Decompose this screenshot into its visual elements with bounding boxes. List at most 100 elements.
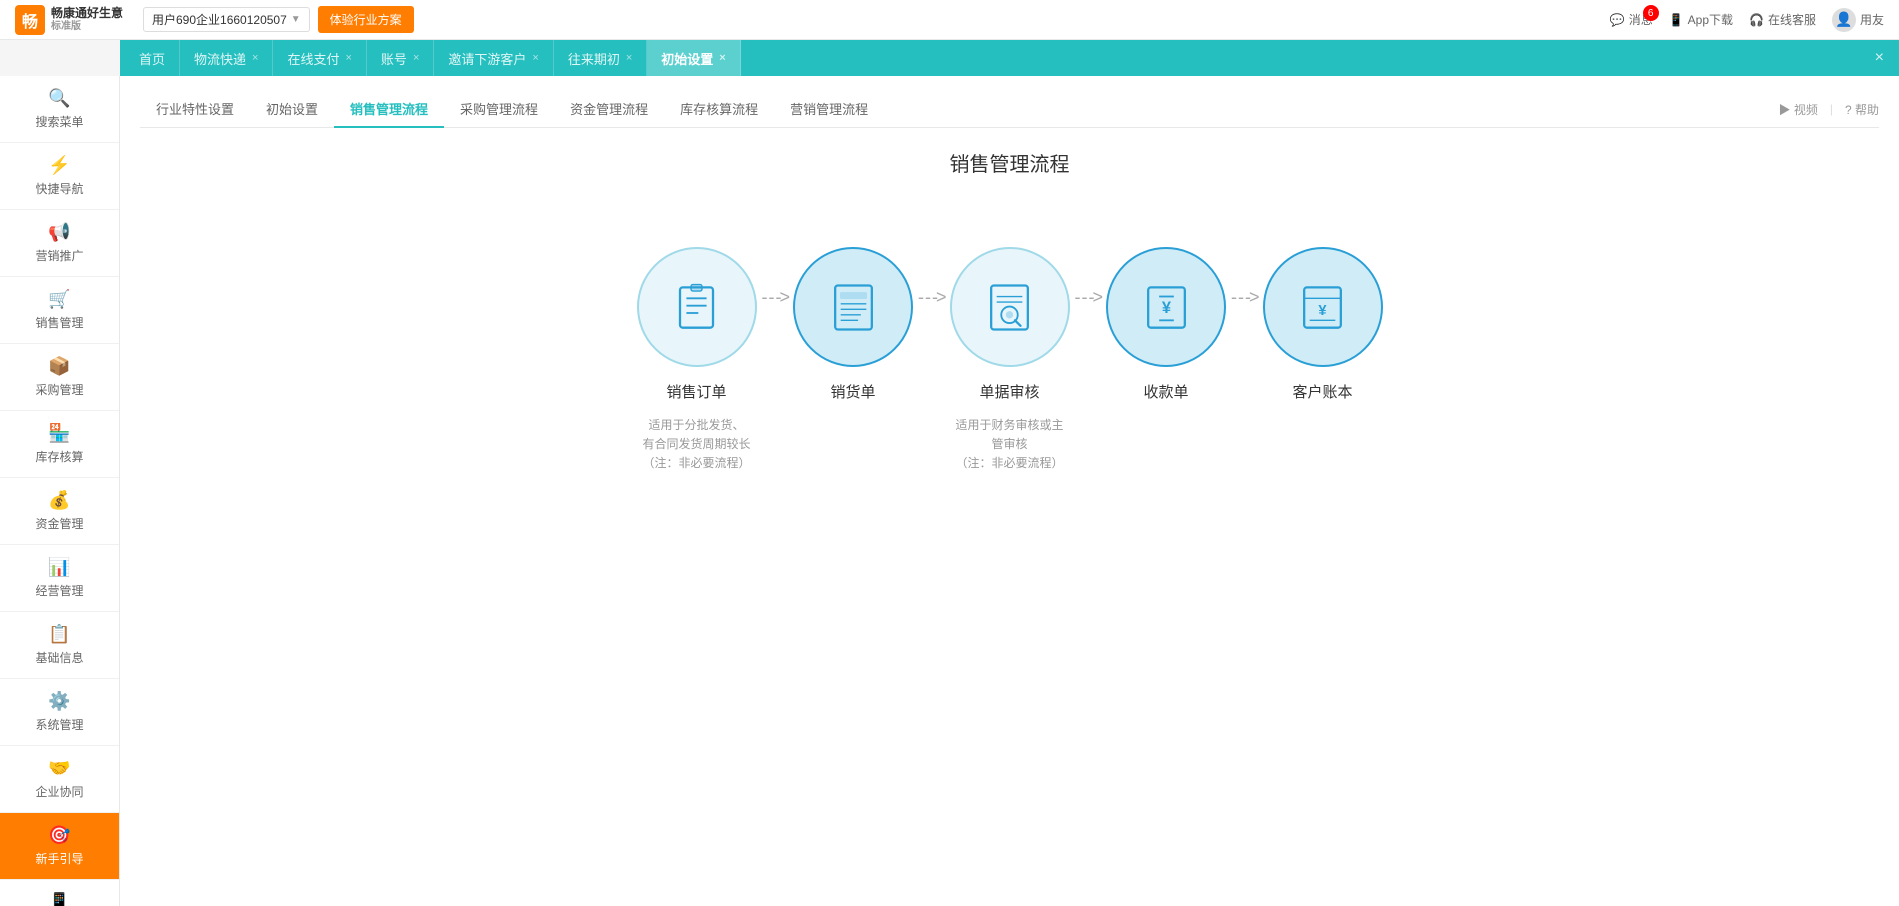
app-download-btn[interactable]: 📱 App下载	[1669, 11, 1733, 28]
user-selector[interactable]: 用户690企业1660120507 ▼	[143, 7, 310, 32]
sidebar-item-label: 采购管理	[35, 381, 83, 398]
flow-step-doc-review[interactable]: 单据审核适用于财务审核或主管审核（注：非必要流程）	[950, 247, 1070, 474]
inventory-icon: 🏪	[48, 423, 70, 444]
nav-tab-首页[interactable]: 首页	[125, 40, 180, 76]
logo-icon: 畅	[15, 5, 45, 35]
dropdown-arrow-icon: ▼	[291, 14, 301, 25]
sub-tab-采购管理流程[interactable]: 采购管理流程	[444, 91, 554, 128]
online-service-btn[interactable]: 🎧 在线客服	[1749, 11, 1816, 28]
help-label: 帮助	[1855, 103, 1879, 117]
nav-tab-label: 首页	[139, 49, 165, 68]
trial-btn[interactable]: 体验行业方案	[318, 6, 414, 33]
sidebar-item-label: 企业协同	[35, 783, 83, 800]
nav-tab-初始设置[interactable]: 初始设置×	[647, 40, 740, 76]
flow-step-receipt[interactable]: ¥ 收款单	[1106, 247, 1226, 402]
sub-tab-库存核算流程[interactable]: 库存核算流程	[664, 91, 774, 128]
nav-tabs: 首页物流快递×在线支付×账号×邀请下游客户×往来期初×初始设置××	[120, 40, 1899, 76]
nav-tab-在线支付[interactable]: 在线支付×	[273, 40, 366, 76]
user-name: 用友	[1860, 11, 1884, 28]
user-menu-btn[interactable]: 👤 用友	[1832, 8, 1884, 32]
base-info-icon: 📋	[48, 624, 70, 645]
message-icon: 💬	[1610, 13, 1625, 27]
top-bar-left: 畅 畅康通好生意 标准版 用户690企业1660120507▼体验行业方案	[15, 5, 414, 35]
flow-step-sales-order[interactable]: 销售订单适用于分批发货、有合同发货周期较长（注：非必要流程）	[637, 247, 757, 474]
sales-order-label: 销售订单	[666, 381, 726, 402]
nav-tab-label: 邀请下游客户	[448, 49, 526, 68]
service-icon: 🎧	[1749, 13, 1764, 27]
sub-tab-资金管理流程[interactable]: 资金管理流程	[554, 91, 664, 128]
nav-close-btn[interactable]: ×	[1865, 49, 1894, 67]
sidebar-item-label: 快捷导航	[35, 180, 83, 197]
message-btn[interactable]: 💬 消息 6	[1610, 11, 1653, 28]
nav-tab-close-icon[interactable]: ×	[719, 52, 725, 64]
sidebar-item-enterprise-collab[interactable]: 🤝 企业协同	[0, 746, 119, 813]
sidebar-item-marketing-promo[interactable]: 📢 营销推广	[0, 210, 119, 277]
nav-tab-邀请下游客户[interactable]: 邀请下游客户 ×	[434, 40, 553, 76]
flow-step-customer-ledger[interactable]: ¥ 客户账本	[1263, 247, 1383, 402]
sidebar-item-inventory[interactable]: 🏪 库存核算	[0, 411, 119, 478]
sub-tab-营销管理流程[interactable]: 营销管理流程	[774, 91, 884, 128]
sales-mgmt-icon: 🛒	[48, 289, 70, 310]
help-icon: ?	[1845, 103, 1855, 117]
nav-tab-close-icon[interactable]: ×	[252, 52, 258, 64]
customer-ledger-circle: ¥	[1263, 247, 1383, 367]
sidebar-item-finance-mgmt[interactable]: 💰资金管理	[0, 478, 119, 545]
sidebar-item-label: 营销推广	[35, 247, 83, 264]
doc-review-circle	[950, 247, 1070, 367]
doc-review-desc: 适用于财务审核或主管审核（注：非必要流程）	[955, 416, 1063, 474]
nav-tab-物流快递[interactable]: 物流快递 ×	[180, 40, 273, 76]
nav-tab-label: 物流快递	[194, 49, 246, 68]
help-area: ▶ 视频 | ? 帮助	[1778, 101, 1879, 118]
enterprise-collab-icon: 🤝	[48, 758, 70, 779]
sub-tab-销售管理流程[interactable]: 销售管理流程	[334, 91, 444, 128]
sidebar-item-base-info[interactable]: 📋 基础信息	[0, 612, 119, 679]
sub-tabs: 行业特性设置初始设置销售管理流程采购管理流程资金管理流程库存核算流程营销管理流程…	[140, 91, 1879, 128]
doc-review-label: 单据审核	[979, 381, 1039, 402]
sub-tab-初始设置[interactable]: 初始设置	[250, 91, 334, 128]
sidebar-item-sales-mgmt[interactable]: 🛒销售管理	[0, 277, 119, 344]
sidebar-item-sys-mgmt[interactable]: ⚙️系统管理	[0, 679, 119, 746]
sales-order-circle	[637, 247, 757, 367]
sidebar-item-new-guide[interactable]: 🎯新手引导	[0, 813, 119, 880]
user-label: 用户690企业1660120507	[152, 11, 287, 28]
nav-tab-往来期初[interactable]: 往来期初 ×	[554, 40, 647, 76]
finance-mgmt-icon: 💰	[48, 490, 70, 511]
app-icon: 📱	[1669, 13, 1684, 27]
flow-arrow-3: - - ->	[1226, 247, 1263, 308]
logo-line1: 畅康通好生意	[51, 6, 123, 20]
search-icon: 🔍	[48, 88, 70, 109]
video-help-btn[interactable]: ▶ 视频	[1778, 101, 1817, 118]
sidebar-item-purchase-mgmt[interactable]: 📦 采购管理	[0, 344, 119, 411]
sidebar-item-quick-nav[interactable]: ⚡快捷导航	[0, 143, 119, 210]
sidebar-item-label: 搜索菜单	[35, 113, 83, 130]
layout: 行业特性设置初始设置销售管理流程采购管理流程资金管理流程库存核算流程营销管理流程…	[0, 0, 1899, 906]
sys-mgmt-icon: ⚙️	[48, 691, 70, 712]
flow-step-sales-invoice[interactable]: 销货单	[793, 247, 913, 402]
new-guide-icon: 🎯	[48, 825, 70, 846]
help-btn[interactable]: ? 帮助	[1845, 101, 1879, 118]
main-content: 行业特性设置初始设置销售管理流程采购管理流程资金管理流程库存核算流程营销管理流程…	[120, 76, 1899, 906]
nav-tab-label: 往来期初	[568, 49, 620, 68]
sub-tab-行业特性设置[interactable]: 行业特性设置	[140, 91, 250, 128]
flow-arrow-1: - - ->	[913, 247, 950, 308]
sidebar-item-ops-mgmt[interactable]: 📊经营管理	[0, 545, 119, 612]
service-label: 在线客服	[1768, 11, 1816, 28]
nav-tab-close-icon[interactable]: ×	[345, 52, 351, 64]
sidebar-item-search[interactable]: 🔍 搜索菜单	[0, 76, 119, 143]
nav-tab-账号[interactable]: 账号×	[367, 40, 434, 76]
flow-diagram: 销售订单适用于分批发货、有合同发货周期较长（注：非必要流程） - - -> 销货单…	[140, 227, 1879, 494]
sidebar-item-label: 基础信息	[35, 649, 83, 666]
marketing-promo-icon: 📢	[48, 222, 70, 243]
app-label: App下载	[1688, 11, 1733, 28]
sales-order-desc: 适用于分批发货、有合同发货周期较长（注：非必要流程）	[642, 416, 750, 474]
sidebar-item-label: 经营管理	[35, 582, 83, 599]
sidebar: 🔍 搜索菜单 ⚡快捷导航 📢 营销推广 🛒销售管理 📦 采购管理 🏪 库存核算 💰资金管理📊经营管理…	[0, 76, 120, 906]
purchase-mgmt-icon: 📦	[48, 356, 70, 377]
nav-tab-close-icon[interactable]: ×	[626, 52, 632, 64]
app-center-icon: 📱	[48, 892, 70, 906]
sidebar-item-label: 库存核算	[35, 448, 83, 465]
nav-tab-close-icon[interactable]: ×	[413, 52, 419, 64]
page-title: 销售管理流程	[140, 148, 1879, 177]
sidebar-item-app-center[interactable]: 📱应用中心	[0, 880, 119, 906]
nav-tab-close-icon[interactable]: ×	[532, 52, 538, 64]
